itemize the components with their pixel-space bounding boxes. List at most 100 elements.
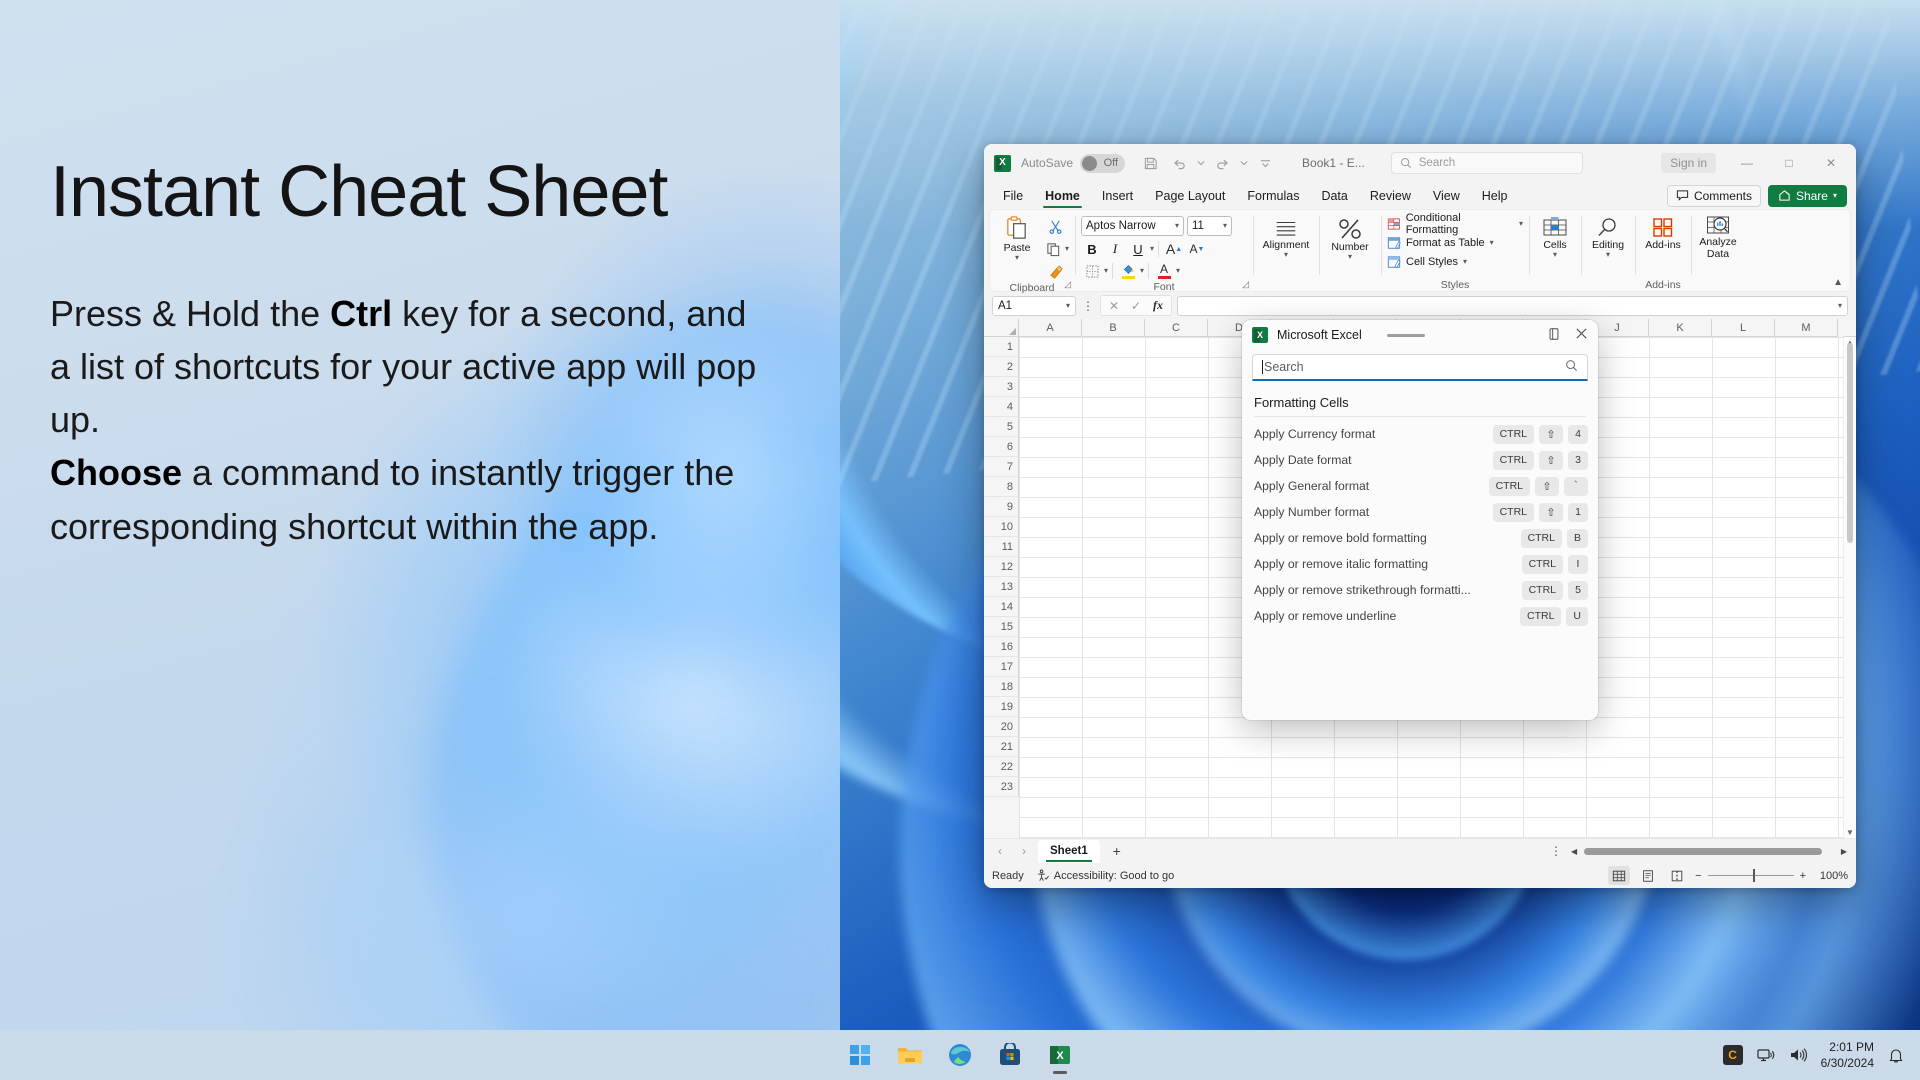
- row-header-10[interactable]: 10: [984, 517, 1019, 537]
- zoom-slider[interactable]: [1707, 869, 1794, 882]
- font-dialog-launcher-icon[interactable]: ◿: [1242, 279, 1249, 290]
- column-header-a[interactable]: A: [1019, 319, 1082, 337]
- shortcut-item[interactable]: Apply or remove italic formatting CTRL I: [1242, 551, 1598, 577]
- redo-icon[interactable]: [1209, 151, 1235, 175]
- popup-search-input[interactable]: Search: [1252, 354, 1588, 381]
- zoom-control[interactable]: − + 100%: [1695, 869, 1848, 882]
- alignment-chevron-down-icon[interactable]: ▾: [1284, 251, 1288, 259]
- row-header-1[interactable]: 1: [984, 337, 1019, 357]
- scroll-right-icon[interactable]: ▶: [1841, 847, 1847, 856]
- undo-dropdown-icon[interactable]: [1195, 151, 1206, 175]
- font-name-select[interactable]: Aptos Narrow ▾: [1081, 216, 1184, 236]
- add-sheet-button[interactable]: +: [1104, 843, 1130, 859]
- row-header-2[interactable]: 2: [984, 357, 1019, 377]
- sheet-tab-more-icon[interactable]: ⋮: [1550, 844, 1562, 858]
- zoom-in-button[interactable]: +: [1800, 870, 1806, 882]
- cancel-formula-icon[interactable]: ✕: [1104, 299, 1124, 313]
- tab-data[interactable]: Data: [1310, 182, 1358, 209]
- shortcut-item[interactable]: Apply Date format CTRL ⇧ 3: [1242, 447, 1598, 473]
- font-color-icon[interactable]: A: [1153, 261, 1175, 281]
- row-header-12[interactable]: 12: [984, 557, 1019, 577]
- tab-insert[interactable]: Insert: [1091, 182, 1144, 209]
- row-header-7[interactable]: 7: [984, 457, 1019, 477]
- alignment-button[interactable]: Alignment ▾: [1259, 213, 1313, 259]
- excel-taskbar-icon[interactable]: X: [1040, 1035, 1080, 1075]
- minimize-button[interactable]: —: [1726, 148, 1768, 178]
- editing-button[interactable]: Editing ▾: [1587, 213, 1629, 259]
- font-color-chevron-down-icon[interactable]: ▾: [1176, 267, 1180, 275]
- start-icon[interactable]: [840, 1035, 880, 1075]
- shortcut-item[interactable]: Apply or remove bold formatting CTRL B: [1242, 525, 1598, 551]
- formula-input[interactable]: ▾: [1177, 295, 1848, 316]
- popup-close-icon[interactable]: [1575, 327, 1588, 343]
- sign-in-button[interactable]: Sign in: [1661, 153, 1716, 173]
- borders-icon[interactable]: [1081, 261, 1103, 281]
- insert-function-icon[interactable]: fx: [1148, 298, 1168, 313]
- volume-icon[interactable]: [1789, 1047, 1807, 1063]
- row-header-21[interactable]: 21: [984, 737, 1019, 757]
- collapse-ribbon-icon[interactable]: ▲: [1833, 277, 1843, 288]
- editing-chevron-down-icon[interactable]: ▾: [1606, 251, 1610, 259]
- maximize-button[interactable]: □: [1768, 148, 1810, 178]
- taskbar-clock[interactable]: 2:01 PM 6/30/2024: [1821, 1039, 1874, 1071]
- conditional-formatting-button[interactable]: Conditional Formatting ▾: [1387, 212, 1523, 236]
- sheet-tab-sheet1[interactable]: Sheet1: [1038, 839, 1100, 863]
- normal-view-button[interactable]: [1608, 866, 1631, 885]
- vertical-scrollbar-thumb[interactable]: [1847, 343, 1853, 543]
- next-sheet-icon[interactable]: ›: [1014, 844, 1034, 858]
- column-header-c[interactable]: C: [1145, 319, 1208, 337]
- scroll-left-icon[interactable]: ◀: [1571, 847, 1577, 856]
- row-header-17[interactable]: 17: [984, 657, 1019, 677]
- close-button[interactable]: ✕: [1810, 148, 1852, 178]
- tab-review[interactable]: Review: [1359, 182, 1422, 209]
- shortcut-item[interactable]: Apply General format CTRL ⇧ `: [1242, 473, 1598, 499]
- column-header-m[interactable]: M: [1775, 319, 1838, 337]
- paste-chevron-down-icon[interactable]: ▾: [1015, 254, 1019, 262]
- row-header-18[interactable]: 18: [984, 677, 1019, 697]
- underline-button[interactable]: U: [1127, 239, 1149, 259]
- horizontal-scrollbar[interactable]: ◀ ▶: [1568, 845, 1850, 857]
- autosave-toggle[interactable]: Off: [1080, 153, 1126, 173]
- formula-bar-expand-chevron-down-icon[interactable]: ▾: [1838, 301, 1842, 310]
- paste-button[interactable]: Paste ▾: [995, 213, 1039, 262]
- number-chevron-down-icon[interactable]: ▾: [1348, 253, 1352, 261]
- excel-search-box[interactable]: Search: [1390, 152, 1583, 174]
- row-header-14[interactable]: 14: [984, 597, 1019, 617]
- tab-help[interactable]: Help: [1471, 182, 1519, 209]
- popup-search-icon[interactable]: [1565, 359, 1578, 375]
- microsoft-store-icon[interactable]: [990, 1035, 1030, 1075]
- row-header-5[interactable]: 5: [984, 417, 1019, 437]
- decrease-font-size-button[interactable]: A ▼: [1186, 239, 1208, 259]
- copilot-icon[interactable]: C: [1722, 1045, 1743, 1065]
- customize-quick-access-icon[interactable]: [1252, 151, 1278, 175]
- previous-sheet-icon[interactable]: ‹: [990, 844, 1010, 858]
- tab-view[interactable]: View: [1422, 182, 1471, 209]
- save-icon[interactable]: [1137, 151, 1163, 175]
- italic-button[interactable]: I: [1104, 239, 1126, 259]
- row-header-23[interactable]: 23: [984, 777, 1019, 797]
- row-header-9[interactable]: 9: [984, 497, 1019, 517]
- tab-file[interactable]: File: [992, 182, 1034, 209]
- bold-button[interactable]: B: [1081, 239, 1103, 259]
- fill-color-icon[interactable]: [1117, 261, 1139, 281]
- comments-button[interactable]: Comments: [1666, 184, 1761, 207]
- zoom-slider-knob[interactable]: [1752, 869, 1755, 882]
- analyze-data-button[interactable]: Analyze Data: [1697, 213, 1739, 260]
- tab-page-layout[interactable]: Page Layout: [1144, 182, 1236, 209]
- select-all-corner[interactable]: [984, 319, 1019, 337]
- vertical-scrollbar[interactable]: ▲ ▼: [1843, 337, 1856, 838]
- row-header-19[interactable]: 19: [984, 697, 1019, 717]
- shortcut-item[interactable]: Apply Number format CTRL ⇧ 1: [1242, 499, 1598, 525]
- row-header-6[interactable]: 6: [984, 437, 1019, 457]
- cells-button[interactable]: Cells ▾: [1535, 213, 1575, 259]
- row-header-11[interactable]: 11: [984, 537, 1019, 557]
- share-button[interactable]: Share ▾: [1767, 184, 1847, 207]
- edge-icon[interactable]: [940, 1035, 980, 1075]
- row-header-3[interactable]: 3: [984, 377, 1019, 397]
- increase-font-size-button[interactable]: A ▲: [1163, 239, 1185, 259]
- file-explorer-icon[interactable]: [890, 1035, 930, 1075]
- row-header-13[interactable]: 13: [984, 577, 1019, 597]
- undo-icon[interactable]: [1166, 151, 1192, 175]
- notifications-bell-icon[interactable]: [1888, 1047, 1904, 1064]
- copy-chevron-down-icon[interactable]: ▾: [1065, 245, 1069, 253]
